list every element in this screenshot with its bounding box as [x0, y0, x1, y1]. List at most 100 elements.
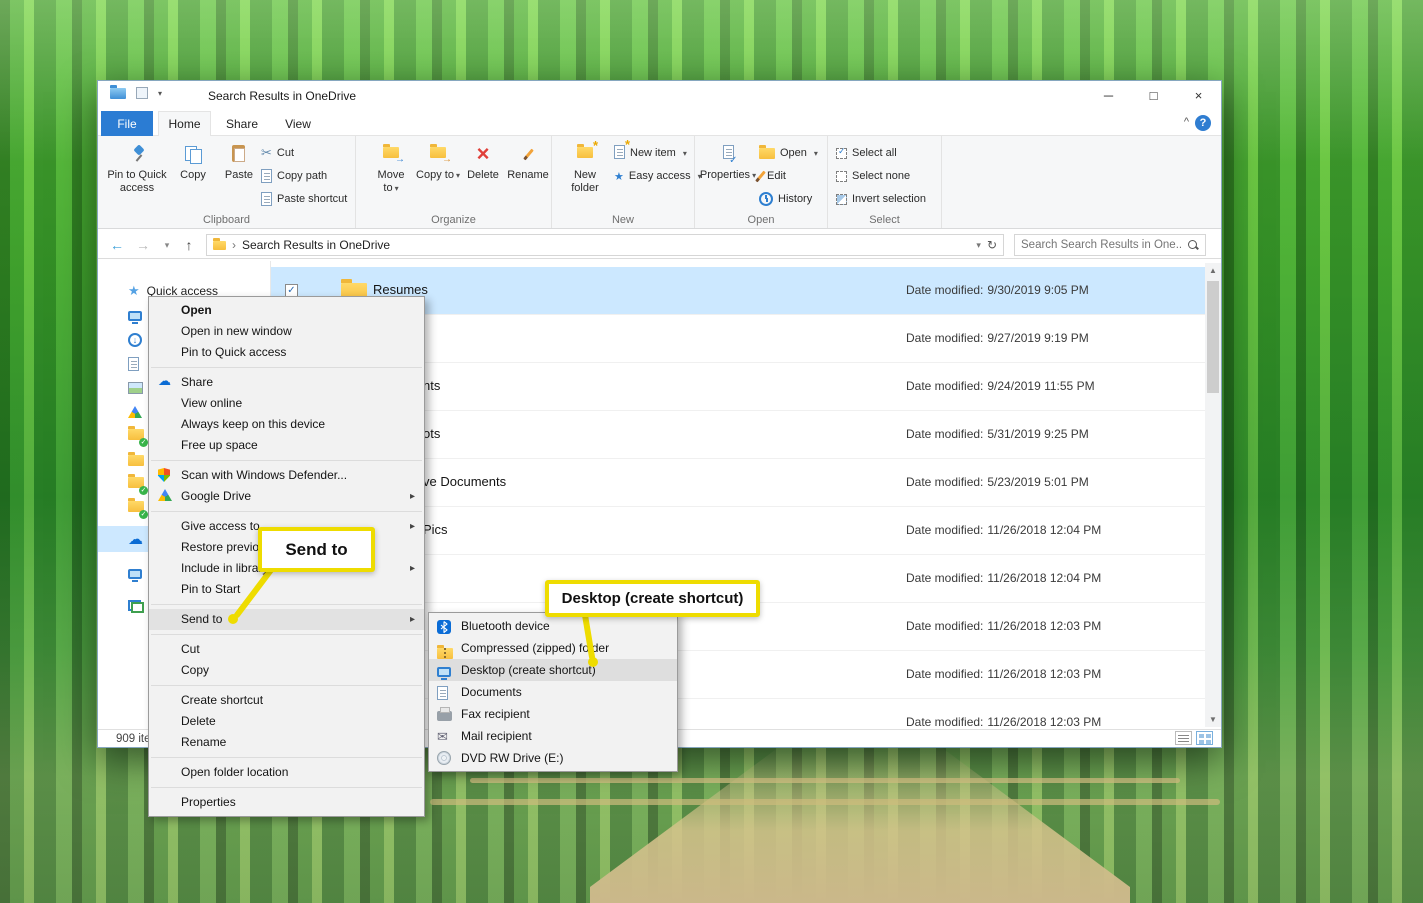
back-button[interactable]: ← — [106, 234, 128, 256]
submenu-item-compressed-folder[interactable]: Compressed (zipped) folder — [429, 637, 677, 659]
group-label: Clipboard — [202, 214, 251, 226]
menu-item-delete[interactable]: Delete — [149, 711, 424, 732]
sidebar-item-network[interactable] — [128, 596, 150, 616]
menu-item-share[interactable]: ☁ Share — [149, 372, 424, 393]
submenu-item-desktop-create-shortcut[interactable]: Desktop (create shortcut) — [429, 659, 677, 681]
invert-selection-button[interactable]: Invert selection — [836, 189, 926, 209]
submenu-item-bluetooth-device[interactable]: Bluetooth device — [429, 615, 677, 637]
help-icon[interactable]: ? — [1195, 115, 1211, 131]
address-bar: ← → ▾ ↑ › Search Results in OneDrive ▾ ↻ — [98, 231, 1221, 259]
details-view-button[interactable] — [1175, 731, 1192, 745]
paste-shortcut-button[interactable]: Paste shortcut — [261, 189, 347, 209]
forward-button[interactable]: → — [132, 234, 154, 256]
pin-to-quick-access-button[interactable]: Pin to Quick access — [106, 138, 168, 210]
history-button[interactable]: History — [759, 189, 812, 209]
scrollbar-thumb[interactable] — [1207, 281, 1219, 393]
move-to-icon: → — [383, 141, 405, 167]
menu-item-rename[interactable]: Rename — [149, 732, 424, 753]
menu-item-copy[interactable]: Copy — [149, 660, 424, 681]
date-modified: Date modified: 11/26/2018 12:04 PM — [906, 571, 1102, 585]
cut-button[interactable]: ✂ Cut — [261, 143, 294, 163]
sidebar-item[interactable] — [128, 426, 150, 446]
select-all-icon — [836, 146, 847, 159]
address-field[interactable]: › Search Results in OneDrive ▾ ↻ — [206, 234, 1004, 256]
search-input[interactable] — [1021, 239, 1181, 251]
rename-pencil-icon — [522, 141, 534, 167]
search-box[interactable] — [1014, 234, 1206, 256]
menu-item-send-to[interactable]: Send to ▸ — [149, 609, 424, 630]
menu-item-google-drive[interactable]: Google Drive ▸ — [149, 486, 424, 507]
select-all-button[interactable]: Select all — [836, 143, 897, 163]
sidebar-item[interactable] — [128, 498, 150, 518]
button-label: Copy path — [277, 170, 328, 182]
sidebar-item[interactable] — [128, 354, 150, 374]
menu-item-open[interactable]: Open — [149, 300, 424, 321]
edit-button[interactable]: Edit — [755, 166, 786, 186]
menu-item-properties[interactable]: Properties — [149, 792, 424, 813]
delete-button[interactable]: × Delete — [460, 138, 506, 210]
copy-to-button[interactable]: → Copy to ▾ — [416, 138, 460, 210]
menu-item-open-in-new-window[interactable]: Open in new window — [149, 321, 424, 342]
menu-item-always-keep-on-device[interactable]: Always keep on this device — [149, 414, 424, 435]
quick-access-toolbar: ▾ — [110, 84, 162, 99]
sidebar-item[interactable] — [128, 378, 150, 398]
menu-item-scan-with-defender[interactable]: Scan with Windows Defender... — [149, 465, 424, 486]
tab-view[interactable]: View — [273, 111, 323, 136]
properties-button[interactable]: Properties▾ — [700, 138, 756, 210]
thumbnails-view-button[interactable] — [1196, 731, 1213, 745]
submenu-arrow-icon: ▸ — [409, 491, 415, 502]
button-label: New folder — [571, 169, 599, 194]
button-label: Edit — [767, 170, 786, 182]
collapse-ribbon-icon[interactable]: ^ — [1184, 116, 1189, 128]
search-icon[interactable] — [1187, 239, 1199, 251]
menu-item-view-online[interactable]: View online — [149, 393, 424, 414]
sidebar-item[interactable]: ↓ — [128, 330, 150, 350]
sidebar-item[interactable] — [128, 474, 150, 494]
menu-separator — [151, 511, 422, 512]
menu-item-open-folder-location[interactable]: Open folder location — [149, 762, 424, 783]
easy-access-button[interactable]: ★ Easy access ▾ — [614, 166, 702, 186]
sidebar-item[interactable] — [128, 306, 150, 326]
move-to-button[interactable]: → Move to ▾ — [369, 138, 413, 210]
submenu-item-documents[interactable]: Documents — [429, 681, 677, 703]
submenu-item-fax-recipient[interactable]: Fax recipient — [429, 703, 677, 725]
submenu-item-dvd-rw-drive[interactable]: DVD RW Drive (E:) — [429, 747, 677, 769]
qat-properties-icon[interactable] — [136, 87, 148, 99]
scissors-icon: ✂ — [261, 145, 272, 160]
tab-share[interactable]: Share — [215, 111, 269, 136]
qat-customize-dropdown-icon[interactable]: ▾ — [158, 89, 162, 98]
recent-locations-dropdown-icon[interactable]: ▾ — [156, 234, 178, 256]
menu-item-create-shortcut[interactable]: Create shortcut — [149, 690, 424, 711]
menu-separator — [151, 634, 422, 635]
new-folder-button[interactable]: New folder — [562, 138, 608, 210]
copy-button[interactable]: Copy — [172, 138, 214, 210]
close-button[interactable]: × — [1176, 81, 1221, 110]
window-title: Search Results in OneDrive — [208, 89, 357, 103]
menu-item-pin-to-quick-access[interactable]: Pin to Quick access — [149, 342, 424, 363]
scrollbar[interactable]: ▲ ▼ — [1205, 263, 1221, 727]
sidebar-item[interactable] — [128, 402, 150, 422]
minimize-button[interactable]: ─ — [1086, 81, 1131, 110]
tab-file[interactable]: File — [101, 111, 153, 136]
menu-item-cut[interactable]: Cut — [149, 639, 424, 660]
refresh-icon[interactable]: ↻ — [987, 238, 997, 252]
submenu-item-mail-recipient[interactable]: ✉ Mail recipient — [429, 725, 677, 747]
copy-path-button[interactable]: Copy path — [261, 166, 327, 186]
organize-group: → Move to▾ → Copy to▾ × Delete Rename — [356, 136, 552, 228]
menu-item-free-up-space[interactable]: Free up space — [149, 435, 424, 456]
breadcrumb[interactable]: Search Results in OneDrive — [242, 238, 390, 252]
address-dropdown-icon[interactable]: ▾ — [976, 240, 981, 251]
scroll-down-icon[interactable]: ▼ — [1205, 712, 1221, 727]
new-item-button[interactable]: New item ▾ — [614, 143, 687, 163]
open-button[interactable]: Open ▾ — [759, 143, 818, 163]
sidebar-item[interactable] — [128, 450, 150, 470]
select-none-button[interactable]: Select none — [836, 166, 910, 186]
sidebar-item-this-pc[interactable] — [128, 564, 150, 584]
menu-item-pin-to-start[interactable]: Pin to Start — [149, 579, 424, 600]
scroll-up-icon[interactable]: ▲ — [1205, 263, 1221, 278]
maximize-button[interactable]: □ — [1131, 81, 1176, 110]
up-button[interactable]: ↑ — [178, 234, 200, 256]
tab-home[interactable]: Home — [158, 111, 211, 136]
paste-button[interactable]: Paste — [218, 138, 260, 210]
rename-button[interactable]: Rename — [506, 138, 550, 210]
